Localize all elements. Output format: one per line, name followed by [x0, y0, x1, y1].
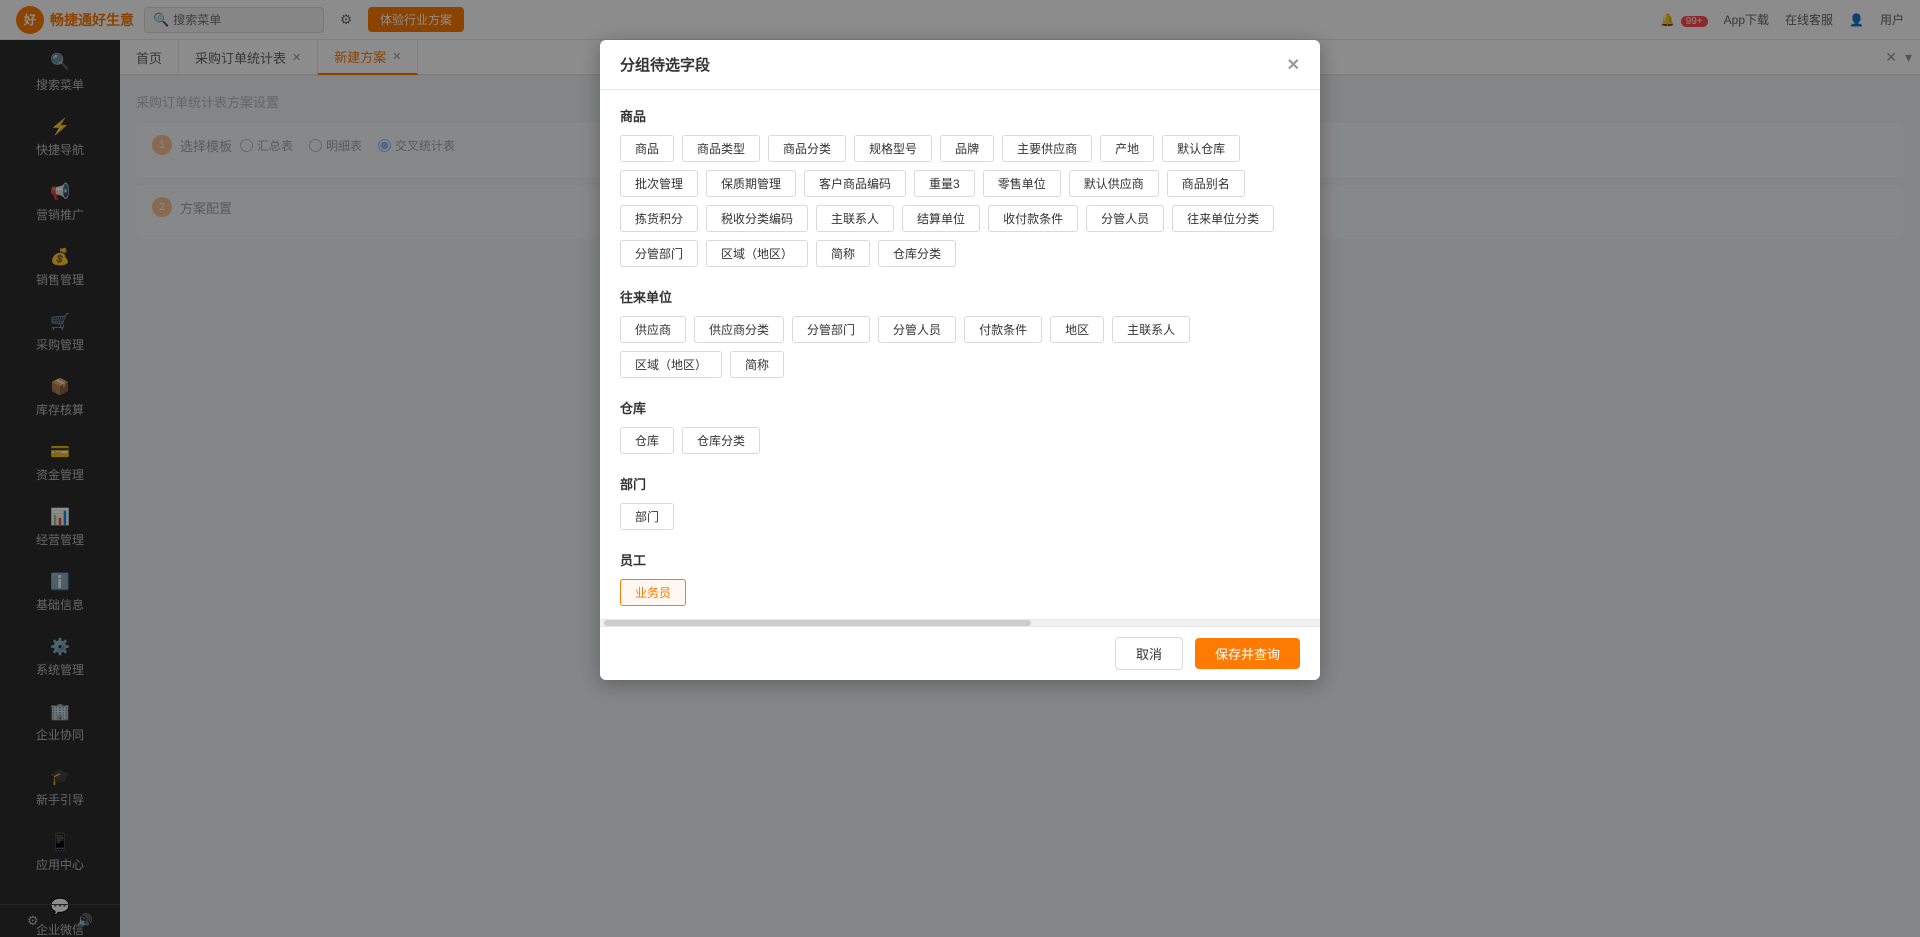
tag-batch-mgmt[interactable]: 批次管理 — [620, 170, 698, 197]
tag-pick-points[interactable]: 拣货积分 — [620, 205, 698, 232]
tag-dept[interactable]: 分管部门 — [620, 240, 698, 267]
modal-footer: 取消 保存并查询 — [600, 626, 1320, 680]
tag-default-supplier[interactable]: 默认供应商 — [1069, 170, 1159, 197]
modal-close-button[interactable]: ✕ — [1287, 55, 1300, 75]
tag-dept2[interactable]: 分管部门 — [792, 316, 870, 343]
section-partner-title: 往来单位 — [620, 287, 1300, 306]
tag-wh-category[interactable]: 仓库分类 — [682, 427, 760, 454]
tag-weight3[interactable]: 重量3 — [914, 170, 975, 197]
section-warehouse-title: 仓库 — [620, 398, 1300, 417]
warehouse-tags: 仓库 仓库分类 — [620, 427, 1300, 454]
tag-origin[interactable]: 产地 — [1100, 135, 1154, 162]
modal-overlay: 分组待选字段 ✕ 商品 商品 商品类型 商品分类 规格型号 品牌 主要供应商 产… — [0, 0, 1920, 937]
tag-goods-alias[interactable]: 商品别名 — [1167, 170, 1245, 197]
tag-goods-type[interactable]: 商品类型 — [682, 135, 760, 162]
tag-wh[interactable]: 仓库 — [620, 427, 674, 454]
modal-header: 分组待选字段 ✕ — [600, 40, 1320, 90]
tag-salesperson[interactable]: 业务员 — [620, 579, 686, 606]
tag-retail-unit[interactable]: 零售单位 — [983, 170, 1061, 197]
tag-supplier-category[interactable]: 供应商分类 — [694, 316, 784, 343]
modal: 分组待选字段 ✕ 商品 商品 商品类型 商品分类 规格型号 品牌 主要供应商 产… — [600, 40, 1320, 680]
tag-dept3[interactable]: 部门 — [620, 503, 674, 530]
modal-title: 分组待选字段 — [620, 54, 710, 75]
partner-tags: 供应商 供应商分类 分管部门 分管人员 付款条件 地区 主联系人 区域（地区） … — [620, 316, 1300, 378]
tag-settle-unit[interactable]: 结算单位 — [902, 205, 980, 232]
section-employee-title: 员工 — [620, 550, 1300, 569]
tag-main-contact2[interactable]: 主联系人 — [1112, 316, 1190, 343]
section-employee: 员工 业务员 — [620, 550, 1300, 606]
cancel-button[interactable]: 取消 — [1115, 637, 1183, 670]
section-product-title: 商品 — [620, 106, 1300, 125]
modal-horizontal-scrollbar[interactable] — [600, 619, 1320, 626]
tag-dept-manager[interactable]: 分管人员 — [1086, 205, 1164, 232]
tag-region[interactable]: 区域（地区） — [706, 240, 808, 267]
tag-area[interactable]: 地区 — [1050, 316, 1104, 343]
tag-main-contact[interactable]: 主联系人 — [816, 205, 894, 232]
tag-abbr[interactable]: 简称 — [816, 240, 870, 267]
tag-customer-code[interactable]: 客户商品编码 — [804, 170, 906, 197]
section-partner: 往来单位 供应商 供应商分类 分管部门 分管人员 付款条件 地区 主联系人 区域… — [620, 287, 1300, 378]
tag-goods[interactable]: 商品 — [620, 135, 674, 162]
tag-region2[interactable]: 区域（地区） — [620, 351, 722, 378]
tag-spec-type[interactable]: 规格型号 — [854, 135, 932, 162]
tag-tax-code[interactable]: 税收分类编码 — [706, 205, 808, 232]
tag-default-warehouse[interactable]: 默认仓库 — [1162, 135, 1240, 162]
section-department-title: 部门 — [620, 474, 1300, 493]
tag-goods-category[interactable]: 商品分类 — [768, 135, 846, 162]
tag-abbr2[interactable]: 简称 — [730, 351, 784, 378]
tag-supplier[interactable]: 供应商 — [620, 316, 686, 343]
section-warehouse: 仓库 仓库 仓库分类 — [620, 398, 1300, 454]
section-product: 商品 商品 商品类型 商品分类 规格型号 品牌 主要供应商 产地 默认仓库 批次… — [620, 106, 1300, 267]
tag-brand[interactable]: 品牌 — [940, 135, 994, 162]
modal-body: 商品 商品 商品类型 商品分类 规格型号 品牌 主要供应商 产地 默认仓库 批次… — [600, 90, 1320, 619]
confirm-button[interactable]: 保存并查询 — [1195, 638, 1300, 669]
section-department: 部门 部门 — [620, 474, 1300, 530]
product-tags: 商品 商品类型 商品分类 规格型号 品牌 主要供应商 产地 默认仓库 批次管理 … — [620, 135, 1300, 267]
tag-dept-staff[interactable]: 分管人员 — [878, 316, 956, 343]
employee-tags: 业务员 — [620, 579, 1300, 606]
tag-payment-condition[interactable]: 付款条件 — [964, 316, 1042, 343]
tag-warehouse-category[interactable]: 仓库分类 — [878, 240, 956, 267]
department-tags: 部门 — [620, 503, 1300, 530]
tag-payment-terms[interactable]: 收付款条件 — [988, 205, 1078, 232]
tag-unit-category[interactable]: 往来单位分类 — [1172, 205, 1274, 232]
tag-main-supplier[interactable]: 主要供应商 — [1002, 135, 1092, 162]
tag-expiry-mgmt[interactable]: 保质期管理 — [706, 170, 796, 197]
